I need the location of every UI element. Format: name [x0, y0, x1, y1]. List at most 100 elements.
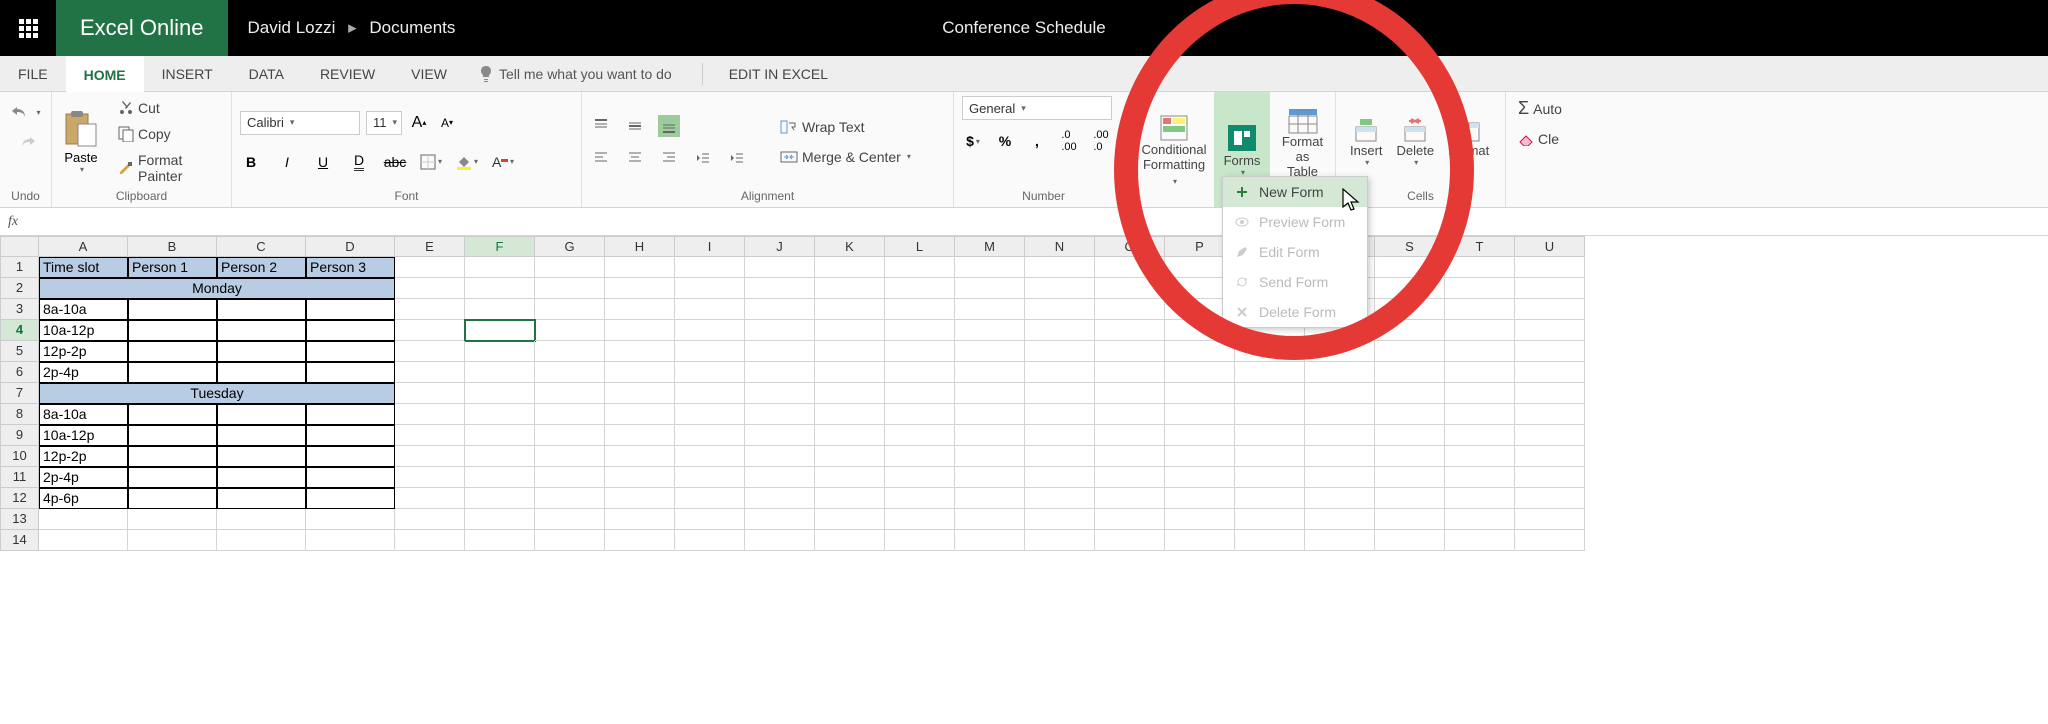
cell[interactable]: [1095, 383, 1165, 404]
cell[interactable]: [745, 404, 815, 425]
tab-home[interactable]: HOME: [66, 56, 144, 92]
cell[interactable]: [1095, 362, 1165, 383]
cell[interactable]: [1095, 299, 1165, 320]
font-name-combo[interactable]: Calibri▾: [240, 111, 360, 135]
cell[interactable]: [395, 404, 465, 425]
tell-me-search[interactable]: Tell me what you want to do: [465, 66, 686, 82]
grow-font-button[interactable]: A▴: [408, 112, 430, 134]
cell[interactable]: [675, 509, 745, 530]
cell[interactable]: Person 2: [217, 257, 306, 278]
row-header[interactable]: 8: [0, 404, 39, 425]
cell[interactable]: [745, 320, 815, 341]
cell[interactable]: [1305, 467, 1375, 488]
cell[interactable]: [306, 446, 395, 467]
cell[interactable]: [1025, 488, 1095, 509]
clear-button[interactable]: Cle: [1514, 129, 1563, 149]
cell[interactable]: [465, 362, 535, 383]
cell[interactable]: [885, 509, 955, 530]
cell[interactable]: 4p-6p: [39, 488, 128, 509]
bold-button[interactable]: B: [240, 151, 262, 173]
cell[interactable]: [395, 362, 465, 383]
row-header[interactable]: 12: [0, 488, 39, 509]
tab-view[interactable]: VIEW: [393, 56, 465, 92]
cell[interactable]: [1515, 530, 1585, 551]
cell[interactable]: [1375, 362, 1445, 383]
cell[interactable]: [465, 299, 535, 320]
cell[interactable]: [1025, 530, 1095, 551]
cell[interactable]: 2p-4p: [39, 362, 128, 383]
cell[interactable]: [745, 530, 815, 551]
menu-delete-form[interactable]: Delete Form: [1223, 297, 1367, 327]
delete-cells-button[interactable]: Delete▾: [1391, 115, 1441, 169]
copy-button[interactable]: Copy: [114, 124, 223, 144]
cell[interactable]: [885, 530, 955, 551]
cell[interactable]: [395, 488, 465, 509]
cell[interactable]: [955, 362, 1025, 383]
cell[interactable]: [306, 488, 395, 509]
cell[interactable]: [1515, 404, 1585, 425]
cell[interactable]: [306, 320, 395, 341]
cell[interactable]: [675, 362, 745, 383]
cell[interactable]: [1095, 446, 1165, 467]
cell[interactable]: [605, 488, 675, 509]
cell[interactable]: [1375, 341, 1445, 362]
underline-button[interactable]: U: [312, 151, 334, 173]
redo-button[interactable]: [12, 132, 40, 152]
cell[interactable]: [1165, 425, 1235, 446]
cell[interactable]: [885, 488, 955, 509]
cell[interactable]: [1095, 530, 1165, 551]
cell[interactable]: [675, 446, 745, 467]
col-header[interactable]: B: [128, 236, 217, 257]
tab-review[interactable]: REVIEW: [302, 56, 393, 92]
cell[interactable]: [1165, 341, 1235, 362]
cell[interactable]: [1305, 530, 1375, 551]
cell[interactable]: [1305, 425, 1375, 446]
cell[interactable]: [395, 383, 465, 404]
cell[interactable]: [1515, 341, 1585, 362]
cell[interactable]: [1025, 320, 1095, 341]
cell[interactable]: [1095, 278, 1165, 299]
cell[interactable]: 12p-2p: [39, 341, 128, 362]
col-header[interactable]: F: [465, 236, 535, 257]
app-launcher-button[interactable]: [0, 0, 56, 56]
increase-decimal-button[interactable]: .0.00: [1058, 130, 1080, 152]
cell[interactable]: [1445, 362, 1515, 383]
cell[interactable]: [1515, 320, 1585, 341]
cell[interactable]: [535, 257, 605, 278]
cell[interactable]: [217, 341, 306, 362]
cell[interactable]: [1375, 278, 1445, 299]
cell[interactable]: [885, 425, 955, 446]
col-header[interactable]: I: [675, 236, 745, 257]
cell[interactable]: [885, 341, 955, 362]
cell[interactable]: [39, 530, 128, 551]
cell[interactable]: [1165, 446, 1235, 467]
cell[interactable]: [465, 320, 535, 341]
cell[interactable]: [128, 425, 217, 446]
cell[interactable]: [535, 467, 605, 488]
cell[interactable]: [217, 467, 306, 488]
paste-button[interactable]: Paste ▾: [60, 108, 102, 176]
cell[interactable]: [885, 257, 955, 278]
col-header[interactable]: A: [39, 236, 128, 257]
cell[interactable]: [885, 320, 955, 341]
cell[interactable]: [535, 278, 605, 299]
cell[interactable]: [745, 425, 815, 446]
breadcrumb-user[interactable]: David Lozzi: [248, 18, 336, 37]
format-painter-button[interactable]: Format Painter: [114, 150, 223, 186]
cell[interactable]: [535, 404, 605, 425]
cell[interactable]: [1025, 383, 1095, 404]
cell[interactable]: [745, 341, 815, 362]
cell[interactable]: [1235, 341, 1305, 362]
cell[interactable]: [815, 530, 885, 551]
tab-file[interactable]: FILE: [0, 56, 66, 92]
cell[interactable]: [1445, 446, 1515, 467]
row-header[interactable]: 6: [0, 362, 39, 383]
cell[interactable]: [1235, 509, 1305, 530]
cell[interactable]: [675, 383, 745, 404]
cell[interactable]: [395, 257, 465, 278]
col-header[interactable]: M: [955, 236, 1025, 257]
cell[interactable]: [1235, 404, 1305, 425]
row-header[interactable]: 13: [0, 509, 39, 530]
cell[interactable]: [395, 467, 465, 488]
cell[interactable]: [955, 320, 1025, 341]
